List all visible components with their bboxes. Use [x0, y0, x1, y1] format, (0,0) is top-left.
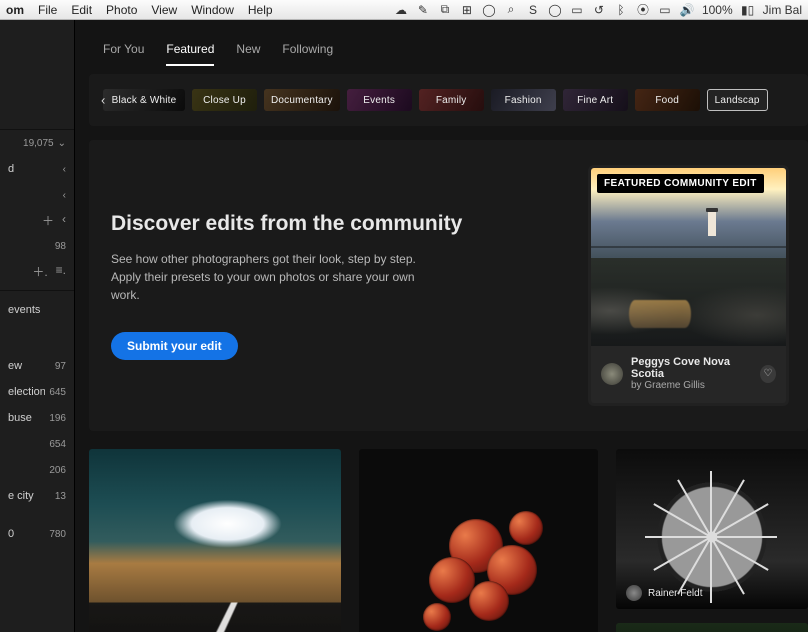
sidebar-item[interactable]: 0 780	[0, 521, 74, 547]
apps-icon[interactable]: ⊞	[460, 3, 474, 17]
battery-percent: 100%	[702, 3, 733, 17]
tab-for-you[interactable]: For You	[103, 42, 144, 66]
circle-icon[interactable]: ◯	[548, 3, 562, 17]
sidebar-count-row[interactable]: 19,075 ⌄	[0, 130, 74, 156]
like-icon[interactable]: ♡	[760, 365, 776, 383]
sidebar: 19,075 ⌄ d ‹ ‹ ＋ ‹ 98 ＋. ≡. events ew 97	[0, 20, 75, 632]
discover-tabs: For You Featured New Following	[75, 20, 808, 74]
s-icon[interactable]: S	[526, 3, 540, 17]
volume-icon[interactable]: 🔊	[680, 3, 694, 17]
search-icon[interactable]: ⌕	[504, 3, 518, 17]
tab-new[interactable]: New	[236, 42, 260, 66]
add-icon[interactable]: ＋	[42, 212, 54, 229]
gallery-tile[interactable]: Rainer Feldt	[616, 449, 808, 609]
wifi-icon[interactable]: ⦿	[636, 3, 650, 17]
bluetooth-icon[interactable]: ᛒ	[614, 3, 628, 17]
cloud-icon[interactable]: ☁︎	[394, 3, 408, 17]
hero-title: Discover edits from the community	[111, 212, 527, 236]
category-bw[interactable]: Black & White	[103, 89, 185, 111]
sidebar-item[interactable]: ew 97	[0, 353, 74, 379]
featured-edit-card[interactable]: FEATURED COMMUNITY EDIT Peggys Cove Nova…	[591, 168, 786, 403]
power-icon[interactable]: ↺	[592, 3, 606, 17]
category-family[interactable]: Family	[419, 89, 484, 111]
category-fashion[interactable]: Fashion	[491, 89, 556, 111]
mac-menu-bar: om File Edit Photo View Window Help ☁︎ ✎…	[0, 0, 808, 20]
sidebar-item[interactable]: e city 13	[0, 483, 74, 509]
category-closeup[interactable]: Close Up	[192, 89, 257, 111]
category-fineart[interactable]: Fine Art	[563, 89, 628, 111]
author-name: Rainer Feldt	[648, 588, 702, 599]
app-name[interactable]: om	[6, 3, 24, 17]
sidebar-item[interactable]: ‹	[0, 182, 74, 208]
featured-edit-image: FEATURED COMMUNITY EDIT	[591, 168, 786, 346]
filter-icon[interactable]: ≡.	[56, 263, 66, 280]
battery-icon[interactable]: ▮▯	[741, 3, 755, 17]
display-icon[interactable]: ▭	[570, 3, 584, 17]
category-events[interactable]: Events	[347, 89, 412, 111]
category-food[interactable]: Food	[635, 89, 700, 111]
gallery-tile[interactable]	[359, 449, 598, 632]
collapse-icon[interactable]: ‹	[62, 212, 66, 229]
evernote-icon[interactable]: ✎	[416, 3, 430, 17]
chevron-down-icon: ⌄	[58, 138, 66, 149]
tab-featured[interactable]: Featured	[166, 42, 214, 66]
menu-view[interactable]: View	[151, 3, 177, 17]
avatar	[626, 585, 642, 601]
gallery-tile[interactable]	[89, 449, 341, 632]
add-icon[interactable]: ＋.	[32, 263, 47, 280]
category-landscape[interactable]: Landscap	[707, 89, 768, 111]
menu-file[interactable]: File	[38, 3, 57, 17]
screen-icon[interactable]: ▭	[658, 3, 672, 17]
main-panel: For You Featured New Following ‹ Black &…	[75, 20, 808, 632]
sidebar-item[interactable]: 206	[0, 457, 74, 483]
sidebar-item[interactable]: events	[0, 297, 74, 323]
menu-edit[interactable]: Edit	[71, 3, 92, 17]
gallery: Rainer Feldt	[89, 449, 808, 632]
sidebar-item[interactable]: 654	[0, 431, 74, 457]
featured-card-title: Peggys Cove Nova Scotia	[631, 356, 752, 380]
hero-desc: See how other photographers got their lo…	[111, 250, 431, 304]
dropbox-icon[interactable]: ⧉	[438, 3, 452, 17]
category-documentary[interactable]: Documentary	[264, 89, 340, 111]
submit-your-edit-button[interactable]: Submit your edit	[111, 332, 238, 360]
avatar	[601, 363, 623, 385]
sync-icon[interactable]: ◯	[482, 3, 496, 17]
user-name[interactable]: Jim Bal	[763, 3, 802, 17]
chevron-left-icon[interactable]: ‹	[101, 93, 105, 108]
chevron-left-icon: ‹	[63, 164, 66, 175]
sidebar-item[interactable]: elections 645	[0, 379, 74, 405]
menu-help[interactable]: Help	[248, 3, 273, 17]
tab-following[interactable]: Following	[282, 42, 333, 66]
category-strip: ‹ Black & White Close Up Documentary Eve…	[89, 74, 808, 126]
sidebar-item[interactable]: buse 196	[0, 405, 74, 431]
sidebar-item[interactable]: d ‹	[0, 156, 74, 182]
gallery-tile[interactable]	[616, 623, 808, 632]
featured-badge: FEATURED COMMUNITY EDIT	[597, 174, 764, 193]
menu-photo[interactable]: Photo	[106, 3, 137, 17]
menu-tray: ☁︎ ✎ ⧉ ⊞ ◯ ⌕ S ◯ ▭ ↺ ᛒ ⦿ ▭ 🔊 100% ▮▯ Jim…	[394, 3, 802, 17]
featured-hero: Discover edits from the community See ho…	[89, 140, 808, 431]
menu-window[interactable]: Window	[191, 3, 234, 17]
featured-card-byline: by Graeme Gillis	[631, 380, 752, 391]
chevron-left-icon: ‹	[63, 190, 66, 201]
